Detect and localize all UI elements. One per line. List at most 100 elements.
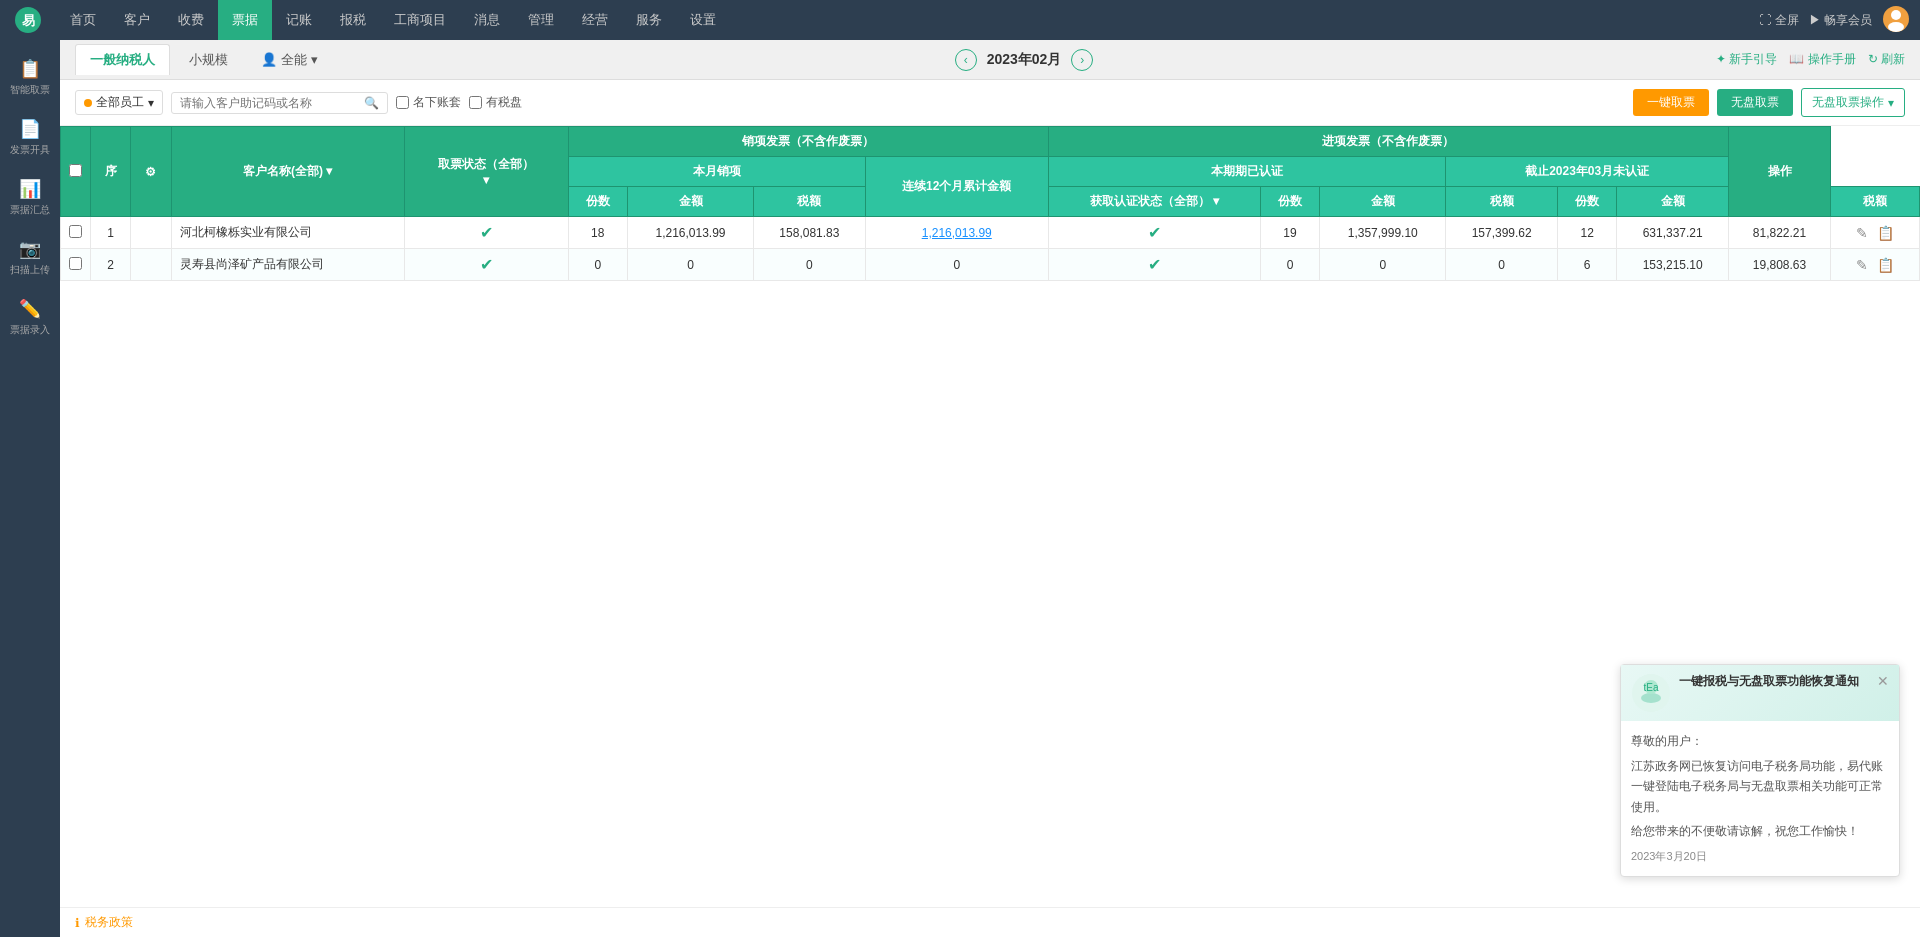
row-no-1: 2 bbox=[91, 249, 131, 281]
nav-customer[interactable]: 客户 bbox=[110, 0, 164, 40]
employee-select[interactable]: 全部员工 ▾ bbox=[75, 90, 163, 115]
row-checkbox-0[interactable] bbox=[61, 217, 91, 249]
row-sales-tax-0: 158,081.83 bbox=[754, 217, 866, 249]
sidebar: 📋 智能取票 📄 发票开具 📊 票据汇总 📷 扫描上传 ✏️ 票据录入 bbox=[0, 40, 60, 937]
row-checkbox-1[interactable] bbox=[61, 249, 91, 281]
th-operation: 操作 bbox=[1729, 127, 1831, 217]
claim-status-filter-icon[interactable]: ▾ bbox=[483, 173, 489, 187]
checkbox-has-disk[interactable]: 有税盘 bbox=[469, 94, 522, 111]
row-customer-name-1[interactable]: 灵寿县尚泽矿产品有限公司 bbox=[171, 249, 404, 281]
sidebar-item-smart-claim[interactable]: 📋 智能取票 bbox=[0, 50, 60, 105]
next-month-btn[interactable]: › bbox=[1071, 49, 1093, 71]
th-uncert-count: 份数 bbox=[1557, 187, 1616, 217]
filter-icon[interactable]: ▾ bbox=[326, 164, 332, 178]
consecutive-12-link-0[interactable]: 1,216,013.99 bbox=[922, 226, 992, 240]
nav-business[interactable]: 工商项目 bbox=[380, 0, 460, 40]
cert-status-icon-0: ✔ bbox=[1148, 224, 1161, 241]
nav-operation[interactable]: 经营 bbox=[568, 0, 622, 40]
tax-policy-link[interactable]: 税务政策 bbox=[85, 914, 133, 931]
has-disk-checkbox[interactable] bbox=[469, 96, 482, 109]
search-icon[interactable]: 🔍 bbox=[364, 96, 379, 110]
sidebar-item-invoice-entry[interactable]: ✏️ 票据录入 bbox=[0, 290, 60, 345]
svg-point-3 bbox=[1891, 10, 1901, 20]
sidebar-item-invoice-open[interactable]: 📄 发票开具 bbox=[0, 110, 60, 165]
row-cert-status-0: ✔ bbox=[1048, 217, 1260, 249]
nav-bookkeeping[interactable]: 记账 bbox=[272, 0, 326, 40]
notification-body: 尊敬的用户： 江苏政务网已恢复访问电子税务局功能，易代账一键登陆电子税务局与无盘… bbox=[1621, 721, 1899, 876]
nav-tax[interactable]: 报税 bbox=[326, 0, 380, 40]
row-uncert-count-1: 6 bbox=[1557, 249, 1616, 281]
cert-status-icon-1: ✔ bbox=[1148, 256, 1161, 273]
row-uncert-tax-0: 81,822.21 bbox=[1729, 217, 1831, 249]
nav-message[interactable]: 消息 bbox=[460, 0, 514, 40]
tab-bar: 一般纳税人 小规模 👤 全能 ▾ ‹ 2023年02月 › ✦ 新手引导 📖 操… bbox=[60, 40, 1920, 80]
edit-icon-0[interactable]: ✎ bbox=[1856, 225, 1868, 241]
top-nav: 易 首页 客户 收费 票据 记账 报税 工商项目 消息 管理 经营 服务 设置 … bbox=[0, 0, 1920, 40]
view-icon-0[interactable]: 📋 bbox=[1877, 225, 1894, 241]
tab-general-taxpayer[interactable]: 一般纳税人 bbox=[75, 44, 170, 75]
nav-service[interactable]: 服务 bbox=[622, 0, 676, 40]
nav-ticket[interactable]: 票据 bbox=[218, 0, 272, 40]
row-purchase-tax-0: 157,399.62 bbox=[1446, 217, 1558, 249]
nav-home[interactable]: 首页 bbox=[56, 0, 110, 40]
edit-icon-1[interactable]: ✎ bbox=[1856, 257, 1868, 273]
row-sales-amount-1: 0 bbox=[627, 249, 753, 281]
row-select-0[interactable] bbox=[69, 225, 82, 238]
person-icon: 👤 bbox=[261, 52, 277, 67]
sidebar-item-invoice-summary[interactable]: 📊 票据汇总 bbox=[0, 170, 60, 225]
row-claim-status-0: ✔ bbox=[404, 217, 568, 249]
nav-fee[interactable]: 收费 bbox=[164, 0, 218, 40]
notification-apology: 给您带来的不便敬请谅解，祝您工作愉快！ bbox=[1631, 821, 1889, 841]
th-purchase-tax: 税额 bbox=[1446, 187, 1558, 217]
nav-settings[interactable]: 设置 bbox=[676, 0, 730, 40]
checkbox-own-accounts[interactable]: 名下账套 bbox=[396, 94, 461, 111]
search-input[interactable] bbox=[180, 96, 360, 110]
notification-close-btn[interactable]: ✕ bbox=[1877, 673, 1889, 689]
nav-manage[interactable]: 管理 bbox=[514, 0, 568, 40]
row-actions-1: ✎ 📋 bbox=[1831, 249, 1920, 281]
avatar[interactable] bbox=[1882, 5, 1910, 36]
th-purchase-invoice-group: 进项发票（不含作废票） bbox=[1048, 127, 1728, 157]
row-uncert-tax-1: 19,808.63 bbox=[1729, 249, 1831, 281]
member-btn[interactable]: ▶ 畅享会员 bbox=[1809, 12, 1872, 29]
notification-body-text: 江苏政务网已恢复访问电子税务局功能，易代账一键登陆电子税务局与无盘取票相关功能可… bbox=[1631, 756, 1889, 817]
more-operations-button[interactable]: 无盘取票操作 ▾ bbox=[1801, 88, 1905, 117]
month-nav-center: ‹ 2023年02月 › bbox=[337, 49, 1711, 71]
row-consecutive-12-0[interactable]: 1,216,013.99 bbox=[865, 217, 1048, 249]
nav-right: ⛶ 全屏 ▶ 畅享会员 bbox=[1759, 5, 1910, 36]
scan-upload-icon: 📷 bbox=[19, 238, 41, 260]
th-no: 序 bbox=[91, 127, 131, 217]
tab-small-scale[interactable]: 小规模 bbox=[175, 45, 242, 75]
row-consecutive-12-1[interactable]: 0 bbox=[865, 249, 1048, 281]
row-purchase-amount-0: 1,357,999.10 bbox=[1320, 217, 1446, 249]
cert-status-filter-icon[interactable]: ▾ bbox=[1213, 194, 1219, 208]
row-settings-1 bbox=[131, 249, 172, 281]
dot-icon bbox=[84, 99, 92, 107]
row-uncert-amount-0: 631,337.21 bbox=[1617, 217, 1729, 249]
row-select-1[interactable] bbox=[69, 257, 82, 270]
quick-claim-button[interactable]: 一键取票 bbox=[1633, 89, 1709, 116]
own-accounts-checkbox[interactable] bbox=[396, 96, 409, 109]
notification-title: 一键报税与无盘取票功能恢复通知 bbox=[1679, 673, 1859, 690]
th-current-period-certified: 本期期已认证 bbox=[1048, 157, 1446, 187]
smart-claim-icon: 📋 bbox=[19, 58, 41, 80]
th-sales-tax: 税额 bbox=[754, 187, 866, 217]
fullscreen-btn[interactable]: ⛶ 全屏 bbox=[1759, 12, 1798, 29]
refresh-btn[interactable]: ↻ 刷新 bbox=[1868, 51, 1905, 68]
nav-items: 首页 客户 收费 票据 记账 报税 工商项目 消息 管理 经营 服务 设置 bbox=[56, 0, 1759, 40]
manual-btn[interactable]: 📖 操作手册 bbox=[1789, 51, 1855, 68]
prev-month-btn[interactable]: ‹ bbox=[955, 49, 977, 71]
toolbar-right: 一键取票 无盘取票 无盘取票操作 ▾ bbox=[1633, 88, 1905, 117]
row-purchase-amount-1: 0 bbox=[1320, 249, 1446, 281]
view-icon-1[interactable]: 📋 bbox=[1877, 257, 1894, 273]
no-disk-claim-button[interactable]: 无盘取票 bbox=[1717, 89, 1793, 116]
new-guide-btn[interactable]: ✦ 新手引导 bbox=[1716, 51, 1777, 68]
settings-icon[interactable]: ⚙ bbox=[145, 165, 156, 179]
claim-status-icon-0: ✔ bbox=[480, 224, 493, 241]
row-customer-name-0[interactable]: 河北柯橡栎实业有限公司 bbox=[171, 217, 404, 249]
sidebar-item-scan-upload[interactable]: 📷 扫描上传 bbox=[0, 230, 60, 285]
row-cert-status-1: ✔ bbox=[1048, 249, 1260, 281]
select-all-checkbox[interactable] bbox=[69, 164, 82, 177]
toolbar: 全部员工 ▾ 🔍 名下账套 有税盘 一键取票 无盘取票 bbox=[60, 80, 1920, 126]
tab-all[interactable]: 👤 全能 ▾ bbox=[247, 45, 332, 75]
